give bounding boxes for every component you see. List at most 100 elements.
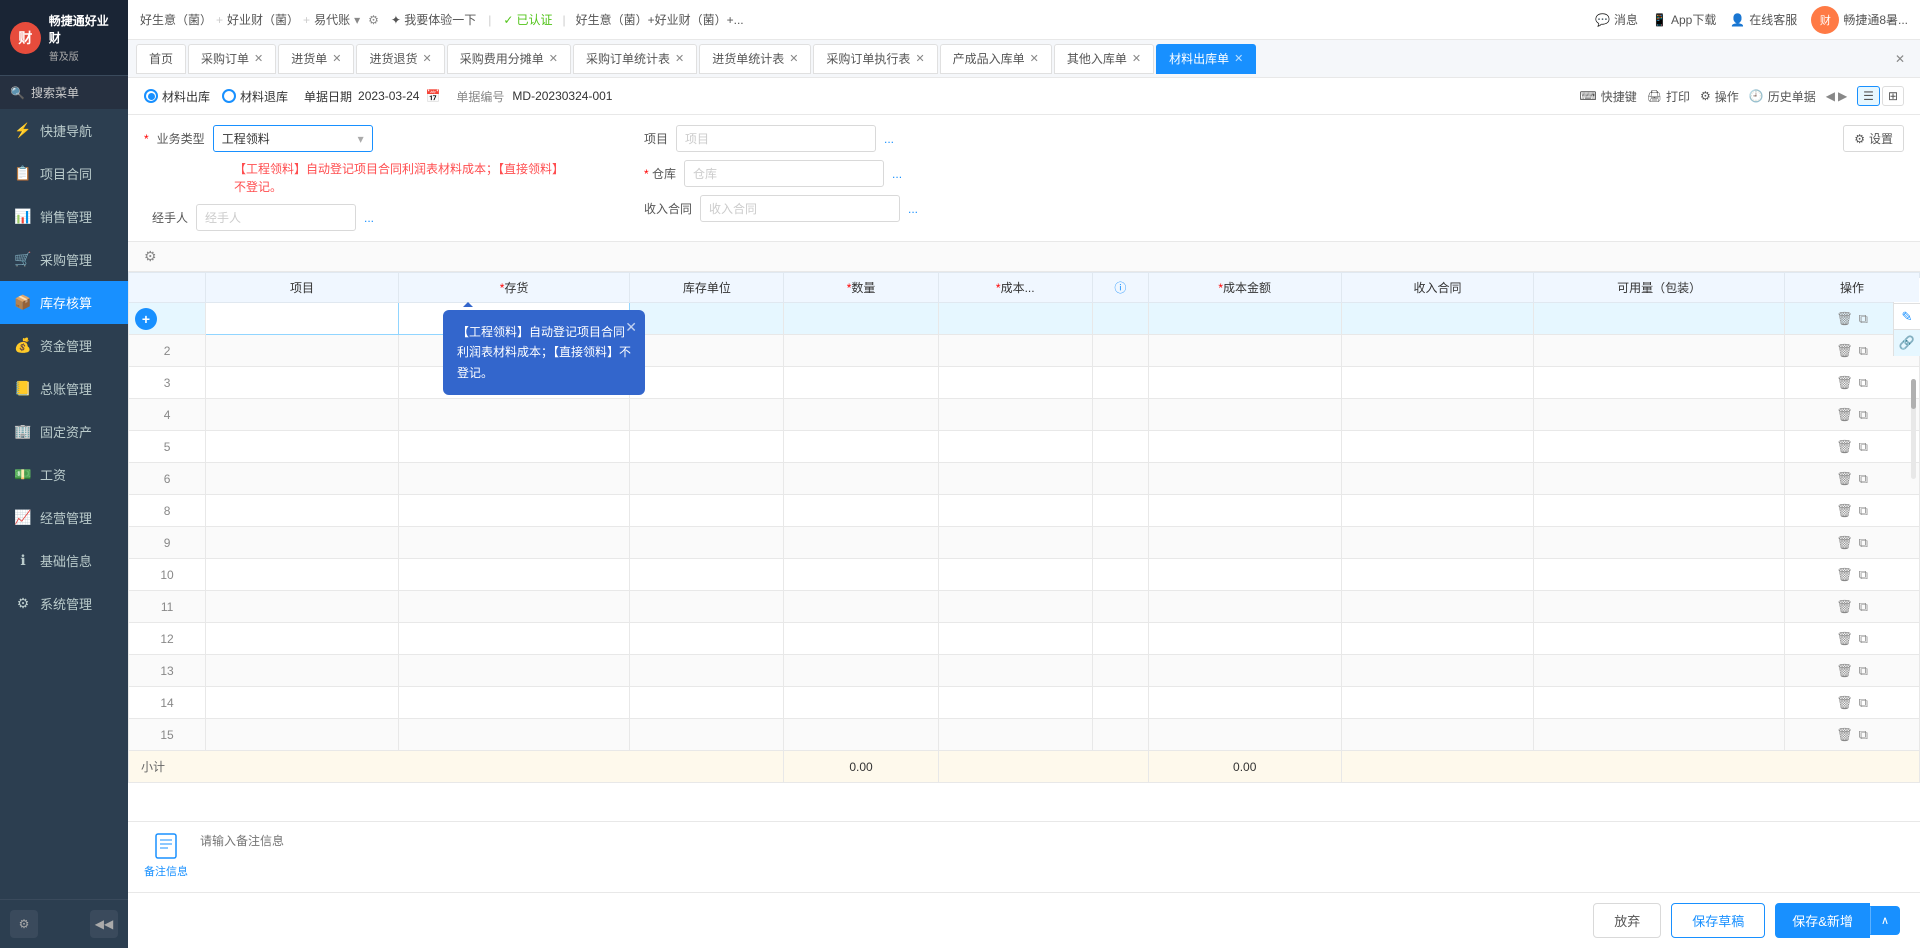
copy-row-icon[interactable]: ⧉ — [1859, 631, 1868, 647]
radio-material-return[interactable]: 材料退库 — [222, 88, 288, 105]
warehouse-more-button[interactable]: ... — [892, 167, 902, 181]
copy-row-icon[interactable]: ⧉ — [1859, 695, 1868, 711]
settings-button[interactable]: ⚙ — [10, 910, 38, 938]
table-gear-icon[interactable]: ⚙ — [144, 248, 157, 265]
save-new-arrow-button[interactable]: ∧ — [1870, 906, 1900, 935]
project-input[interactable]: 项目 — [676, 125, 876, 152]
remark-textarea[interactable] — [200, 832, 1904, 882]
settings-button[interactable]: ⚙ 设置 — [1843, 125, 1904, 152]
view-grid-button[interactable]: ⊞ — [1882, 86, 1904, 106]
delete-row-icon[interactable]: 🗑 — [1836, 471, 1853, 487]
delete-row-icon[interactable]: 🗑 — [1836, 567, 1853, 583]
save-draft-button[interactable]: 保存草稿 — [1671, 903, 1765, 938]
collapse-button[interactable]: ◀◀ — [90, 910, 118, 938]
tab-purchase-expense-close[interactable]: ✕ — [549, 52, 558, 65]
copy-row-icon[interactable]: ⧉ — [1859, 567, 1868, 583]
handler-more-button[interactable]: ... — [364, 211, 374, 225]
income-contract-input[interactable]: 收入合同 — [700, 195, 900, 222]
print-button[interactable]: 🖨 打印 — [1647, 88, 1690, 105]
sidebar-item-system[interactable]: ⚙ 系统管理 — [0, 582, 128, 625]
sidebar-item-quick-nav[interactable]: ⚡ 快捷导航 — [0, 109, 128, 152]
scrollbar-track[interactable] — [1911, 379, 1916, 479]
next-button[interactable]: ▶ — [1838, 89, 1847, 103]
tab-purchase-goods-close[interactable]: ✕ — [332, 52, 341, 65]
table-tool-2[interactable]: ✎ — [1894, 304, 1920, 330]
save-new-main-button[interactable]: 保存&新增 — [1775, 903, 1870, 938]
tab-purchase-return-close[interactable]: ✕ — [423, 52, 432, 65]
copy-row-icon[interactable]: ⧉ — [1859, 375, 1868, 391]
tab-purchase-order[interactable]: 采购订单 ✕ — [188, 44, 276, 74]
table-scroll-area[interactable]: 项目 *存货 库存单位 *数量 *成本... ⓘ *成本金额 收入合同 可用量（… — [128, 272, 1920, 783]
copy-row-icon[interactable]: ⧉ — [1859, 599, 1868, 615]
table-tool-3[interactable]: 🔗 — [1894, 330, 1920, 356]
copy-row-icon[interactable]: ⧉ — [1859, 311, 1868, 327]
sidebar-item-operations[interactable]: 📈 经营管理 — [0, 496, 128, 539]
sidebar-item-sales[interactable]: 📊 销售管理 — [0, 195, 128, 238]
sidebar-item-basic-info[interactable]: ℹ 基础信息 — [0, 539, 128, 582]
prev-button[interactable]: ◀ — [1826, 89, 1835, 103]
delete-row-icon[interactable]: 🗑 — [1836, 407, 1853, 423]
discard-button[interactable]: 放弃 — [1593, 903, 1661, 938]
tab-product-in[interactable]: 产成品入库单 ✕ — [940, 44, 1052, 74]
sidebar-item-finance[interactable]: 💰 资金管理 — [0, 324, 128, 367]
delete-row-icon[interactable]: 🗑 — [1836, 343, 1853, 359]
delete-row-icon[interactable]: 🗑 — [1836, 503, 1853, 519]
topbar-combined[interactable]: 好生意（菌）+好业财（菌）+... — [576, 11, 744, 28]
tab-purchase-exec[interactable]: 采购订单执行表 ✕ — [813, 44, 937, 74]
topbar-settings-icon[interactable]: ⚙ — [368, 13, 379, 27]
message-button[interactable]: 💬 消息 — [1595, 11, 1638, 28]
copy-row-icon[interactable]: ⧉ — [1859, 343, 1868, 359]
row-project-cell[interactable] — [206, 303, 399, 335]
topbar-good-business[interactable]: 好生意（菌） — [140, 11, 212, 28]
business-type-select[interactable]: 工程领料 ▾ — [213, 125, 373, 152]
project-more-button[interactable]: ... — [884, 132, 894, 146]
sidebar-item-inventory[interactable]: 📦 库存核算 — [0, 281, 128, 324]
tabbar-close-all[interactable]: ✕ — [1888, 47, 1912, 71]
search-menu-item[interactable]: 🔍 搜索菜单 — [0, 76, 128, 109]
income-contract-more-button[interactable]: ... — [908, 202, 918, 216]
tab-purchase-return[interactable]: 进货退货 ✕ — [356, 44, 444, 74]
copy-row-icon[interactable]: ⧉ — [1859, 727, 1868, 743]
tab-purchase-order-close[interactable]: ✕ — [254, 52, 263, 65]
delete-row-icon[interactable]: 🗑 — [1836, 631, 1853, 647]
sidebar-item-fixed-assets[interactable]: 🏢 固定资产 — [0, 410, 128, 453]
tab-purchase-expense[interactable]: 采购费用分摊单 ✕ — [447, 44, 571, 74]
date-value[interactable]: 2023-03-24 — [358, 89, 419, 103]
topbar-trial[interactable]: ✦ 我要体验一下 — [391, 11, 476, 28]
copy-row-icon[interactable]: ⧉ — [1859, 535, 1868, 551]
delete-row-icon[interactable]: 🗑 — [1836, 599, 1853, 615]
tab-home[interactable]: 首页 — [136, 44, 186, 74]
topbar-agent[interactable]: 易代账 — [314, 11, 350, 28]
sidebar-item-wages[interactable]: 💵 工资 — [0, 453, 128, 496]
sidebar-item-project-contract[interactable]: 📋 项目合同 — [0, 152, 128, 195]
tab-material-out[interactable]: 材料出库单 ✕ — [1156, 44, 1256, 74]
handler-input[interactable]: 经手人 — [196, 204, 356, 231]
history-button[interactable]: 🕘 历史单据 — [1749, 88, 1816, 105]
delete-row-icon[interactable]: 🗑 — [1836, 535, 1853, 551]
copy-row-icon[interactable]: ⧉ — [1859, 407, 1868, 423]
tab-other-in[interactable]: 其他入库单 ✕ — [1054, 44, 1154, 74]
tab-goods-stats-close[interactable]: ✕ — [789, 52, 798, 65]
add-row-button[interactable]: + — [135, 308, 157, 330]
tab-purchase-stats[interactable]: 采购订单统计表 ✕ — [573, 44, 697, 74]
delete-row-icon[interactable]: 🗑 — [1836, 375, 1853, 391]
tab-material-out-close[interactable]: ✕ — [1234, 52, 1243, 65]
shortcut-button[interactable]: ⌨ 快捷键 — [1579, 88, 1636, 105]
user-profile[interactable]: 财 畅捷通8暑... — [1811, 6, 1908, 34]
online-service-button[interactable]: 👤 在线客服 — [1730, 11, 1797, 28]
copy-row-icon[interactable]: ⧉ — [1859, 503, 1868, 519]
topbar-good-finance[interactable]: 好业财（菌） — [227, 11, 299, 28]
tab-goods-stats[interactable]: 进货单统计表 ✕ — [699, 44, 811, 74]
view-list-button[interactable]: ☰ — [1857, 86, 1880, 106]
operation-button[interactable]: ⚙ 操作 — [1700, 88, 1739, 105]
app-download-button[interactable]: 📱 App下载 — [1652, 11, 1716, 28]
delete-row-icon[interactable]: 🗑 — [1836, 439, 1853, 455]
tooltip-close-button[interactable]: ✕ — [625, 316, 637, 340]
tab-purchase-exec-close[interactable]: ✕ — [915, 52, 924, 65]
tab-purchase-goods[interactable]: 进货单 ✕ — [278, 44, 354, 74]
tab-other-in-close[interactable]: ✕ — [1132, 52, 1141, 65]
tab-purchase-stats-close[interactable]: ✕ — [675, 52, 684, 65]
copy-row-icon[interactable]: ⧉ — [1859, 439, 1868, 455]
delete-row-icon[interactable]: 🗑 — [1836, 663, 1853, 679]
tab-product-in-close[interactable]: ✕ — [1030, 52, 1039, 65]
